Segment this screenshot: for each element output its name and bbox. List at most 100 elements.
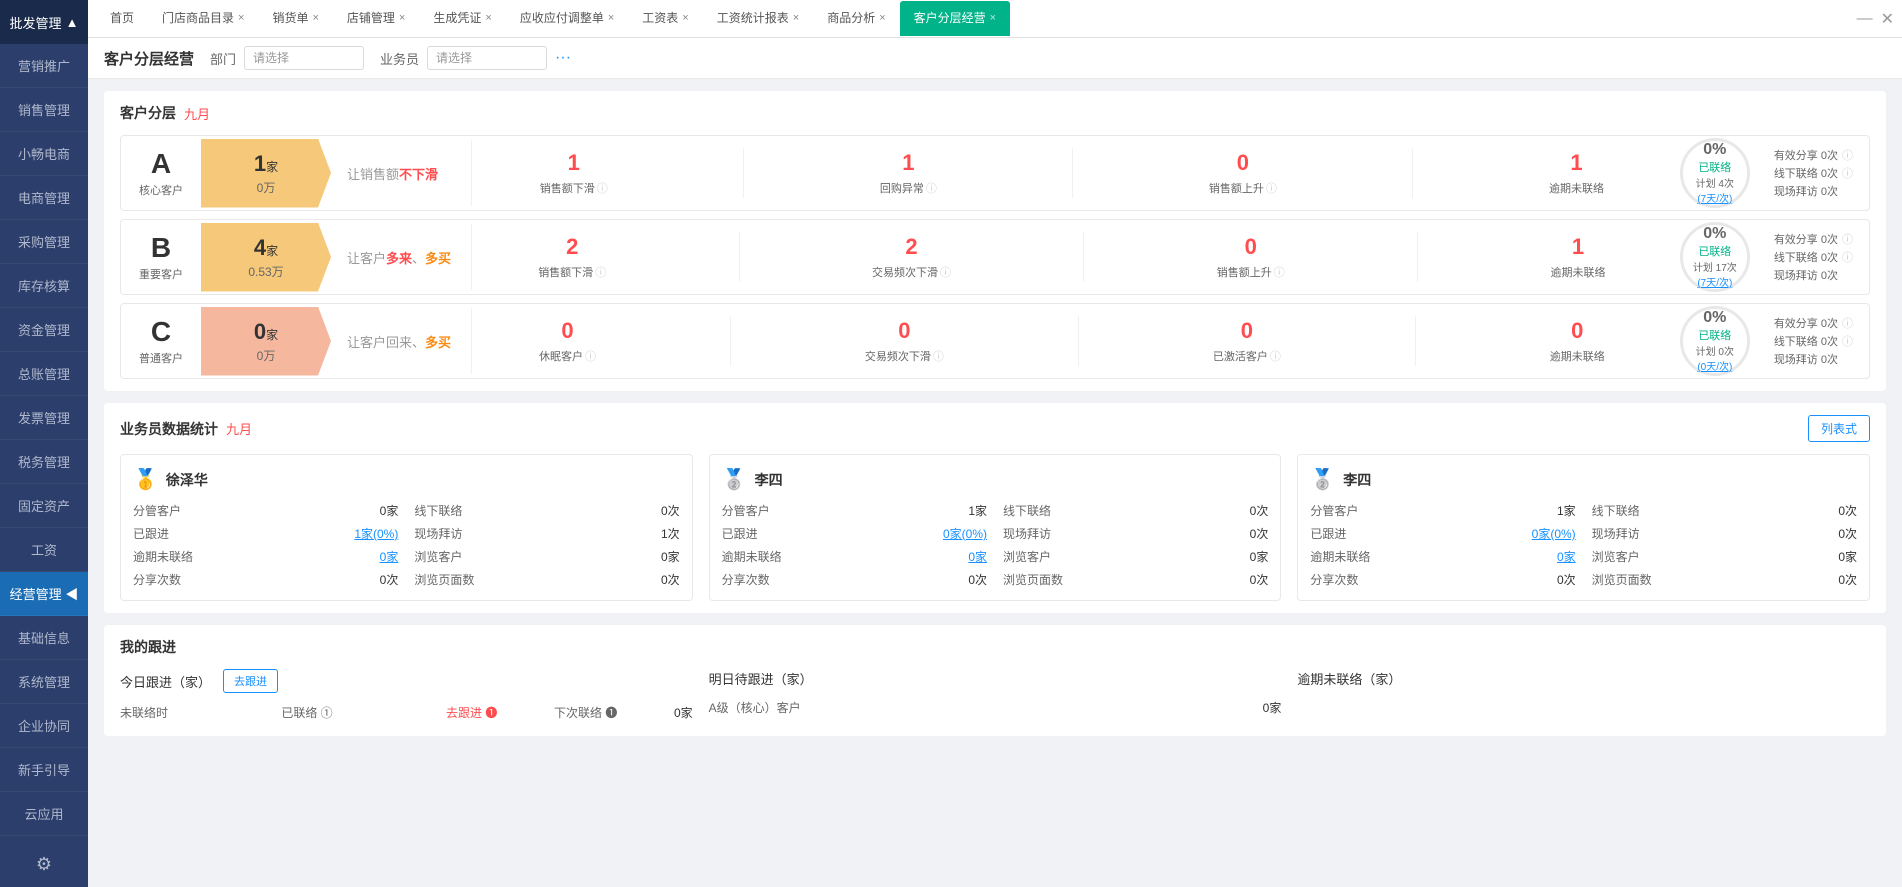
tab-gen-voucher[interactable]: 生成凭证 ×	[419, 1, 505, 36]
tier-c-stat-4[interactable]: 0 逾期未联络	[1550, 318, 1605, 364]
sidebar-item-xiaoshou[interactable]: 销售管理	[0, 88, 88, 132]
tab-close-store-products[interactable]: ×	[238, 12, 244, 24]
rep-overdue-link-0[interactable]: 0家	[380, 548, 399, 565]
b-right-info-2[interactable]: ⓘ	[1842, 249, 1853, 265]
rep-stat-liulan-1: 浏览客户 0家	[1003, 548, 1268, 565]
sidebar-item-yunyinyong[interactable]: 云应用	[0, 792, 88, 836]
info-icon-3[interactable]: ⓘ	[1266, 180, 1277, 196]
sidebar-item-fapiao[interactable]: 发票管理	[0, 396, 88, 440]
tab-product-analysis[interactable]: 商品分析 ×	[813, 1, 899, 36]
list-view-button[interactable]: 列表式	[1808, 415, 1870, 442]
rep-section-title: 业务员数据统计	[120, 419, 218, 439]
tab-close-ar-ap[interactable]: ×	[608, 12, 614, 24]
rep-overdue-link-1[interactable]: 0家	[968, 548, 987, 565]
tier-a-days-link[interactable]: (7天/次)	[1697, 190, 1732, 205]
sidebar-item-xinshou[interactable]: 新手引导	[0, 748, 88, 792]
tab-customer-tier[interactable]: 客户分层经营 ×	[900, 1, 1010, 36]
tab-close-payroll-report[interactable]: ×	[793, 12, 799, 24]
tab-payroll[interactable]: 工资表 ×	[628, 1, 702, 36]
tab-close-sales-order[interactable]: ×	[312, 12, 318, 24]
b-info-2[interactable]: ⓘ	[940, 264, 951, 280]
rep-followed-link-2[interactable]: 0家(0%)	[1532, 525, 1576, 542]
tab-close-product-analysis[interactable]: ×	[879, 12, 885, 24]
tier-c-days-link[interactable]: (0天/次)	[1697, 358, 1732, 373]
sidebar-logo-text: 批发管理	[10, 13, 62, 32]
sidebar-item-shuiwu[interactable]: 税务管理	[0, 440, 88, 484]
tab-close-payroll[interactable]: ×	[682, 12, 688, 24]
rep-followed-link-1[interactable]: 0家(0%)	[943, 525, 987, 542]
tier-b-stat-1[interactable]: 2 销售额下滑 ⓘ	[538, 234, 606, 280]
rep-stat-xianxia-1: 线下联络 0次	[1003, 502, 1268, 519]
b-info-3[interactable]: ⓘ	[1274, 264, 1285, 280]
tier-a-stat-3[interactable]: 0 销售额上升 ⓘ	[1209, 150, 1277, 196]
sidebar-item-jichu[interactable]: 基础信息	[0, 616, 88, 660]
tier-c-stat-3[interactable]: 0 已激活客户 ⓘ	[1213, 318, 1281, 364]
tier-c-stat-2[interactable]: 0 交易频次下滑 ⓘ	[865, 318, 944, 364]
tab-close-gen-voucher[interactable]: ×	[485, 12, 491, 24]
tab-store-products[interactable]: 门店商品目录 ×	[148, 1, 258, 36]
right-info-1[interactable]: ⓘ	[1842, 147, 1853, 163]
tier-b-label: B 重要客户	[121, 220, 201, 294]
tier-b-days-link[interactable]: (7天/次)	[1697, 274, 1732, 289]
tier-a-stat-4[interactable]: 1 逾期未联络	[1549, 150, 1604, 196]
tab-close-customer-tier[interactable]: ×	[990, 12, 996, 24]
rep-medal-0: 🥇	[133, 467, 158, 492]
goto-follow-button[interactable]: 去跟进	[223, 669, 278, 693]
tier-b-count-block[interactable]: 4家 0.53万	[201, 223, 331, 292]
tab-close-shop-manage[interactable]: ×	[399, 12, 405, 24]
tier-a-stat-2[interactable]: 1 回购异常 ⓘ	[880, 150, 937, 196]
sidebar-item-kucun[interactable]: 库存核算	[0, 264, 88, 308]
sidebar-item-yingxiao[interactable]: 营销推广	[0, 44, 88, 88]
c-right-info-1[interactable]: ⓘ	[1842, 315, 1853, 331]
sidebar-item-guding[interactable]: 固定资产	[0, 484, 88, 528]
sidebar-item-gongzi[interactable]: 工资	[0, 528, 88, 572]
b-info-1[interactable]: ⓘ	[595, 264, 606, 280]
tab-payroll-report[interactable]: 工资统计报表 ×	[703, 1, 813, 36]
gear-icon[interactable]: ⚙	[0, 842, 88, 887]
sidebar-item-xitong[interactable]: 系统管理	[0, 660, 88, 704]
c-info-1[interactable]: ⓘ	[585, 348, 596, 364]
b-right-info-1[interactable]: ⓘ	[1842, 231, 1853, 247]
sidebar-expand-icon[interactable]: ▲	[66, 15, 79, 30]
right-info-2[interactable]: ⓘ	[1842, 165, 1853, 181]
sidebar-item-caigou[interactable]: 采购管理	[0, 220, 88, 264]
tier-a-contact-circle: 0% 已联络 计划 4次 (7天/次)	[1680, 138, 1750, 208]
rep-followed-link-0[interactable]: 1家(0%)	[354, 525, 398, 542]
rep-stats-grid-0: 分管客户 0家 线下联络 0次 已跟进 1家(0%) 现场拜访	[133, 502, 680, 588]
tier-c-stat-1[interactable]: 0 休眠客户 ⓘ	[539, 318, 596, 364]
tier-b-stat-3[interactable]: 0 销售额上升 ⓘ	[1217, 234, 1285, 280]
rep-overdue-link-2[interactable]: 0家	[1557, 548, 1576, 565]
tier-grid: A 核心客户 1家 0万 让销售额不下滑 1 销售额下滑 ⓘ	[120, 135, 1870, 379]
tier-a-amount: 0万	[257, 179, 276, 196]
tab-sales-order[interactable]: 销货单 ×	[258, 1, 332, 36]
sidebar-item-xiaochang[interactable]: 小畅电商	[0, 132, 88, 176]
sidebar-item-zijin[interactable]: 资金管理	[0, 308, 88, 352]
tier-c-count-block[interactable]: 0家 0万	[201, 307, 331, 376]
sidebar-item-dianshangguan[interactable]: 电商管理	[0, 176, 88, 220]
tier-b-stat-4[interactable]: 1 逾期未联络	[1551, 234, 1606, 280]
c-right-info-2[interactable]: ⓘ	[1842, 333, 1853, 349]
info-icon[interactable]: ⓘ	[597, 180, 608, 196]
sidebar-logo[interactable]: 批发管理 ▲	[0, 0, 88, 44]
dept-select[interactable]: 请选择	[244, 46, 364, 70]
tier-a-right-stats: 有效分享 0次 ⓘ 线下联络 0次 ⓘ 现场拜访 0次	[1758, 147, 1869, 199]
window-minimize-icon[interactable]: —	[1857, 10, 1873, 28]
info-icon-2[interactable]: ⓘ	[926, 180, 937, 196]
c-info-3[interactable]: ⓘ	[1270, 348, 1281, 364]
sidebar-item-jingying[interactable]: 经营管理 ◀	[0, 572, 88, 616]
window-close-icon[interactable]: ✕	[1881, 9, 1894, 29]
tab-shop-manage[interactable]: 店铺管理 ×	[333, 1, 419, 36]
sidebar-item-zhangzhang[interactable]: 总账管理	[0, 352, 88, 396]
tier-b-stat-2[interactable]: 2 交易频次下滑 ⓘ	[872, 234, 951, 280]
tab-home[interactable]: 首页	[96, 1, 148, 36]
tier-a-stat-1[interactable]: 1 销售额下滑 ⓘ	[540, 150, 608, 196]
sidebar-item-qiye[interactable]: 企业协同	[0, 704, 88, 748]
c-info-2[interactable]: ⓘ	[933, 348, 944, 364]
tab-ar-ap[interactable]: 应收应付调整单 ×	[506, 1, 628, 36]
rep-select[interactable]: 请选择	[427, 46, 547, 70]
tier-a-count-block[interactable]: 1家 0万	[201, 139, 331, 208]
rep-stat-yijin-0: 已跟进 1家(0%)	[133, 525, 398, 542]
rep-stat-fenguan-0: 分管客户 0家	[133, 502, 398, 519]
more-options-icon[interactable]: ···	[555, 49, 571, 67]
tier-b-contact-circle: 0% 已联络 计划 17次 (7天/次)	[1680, 222, 1750, 292]
